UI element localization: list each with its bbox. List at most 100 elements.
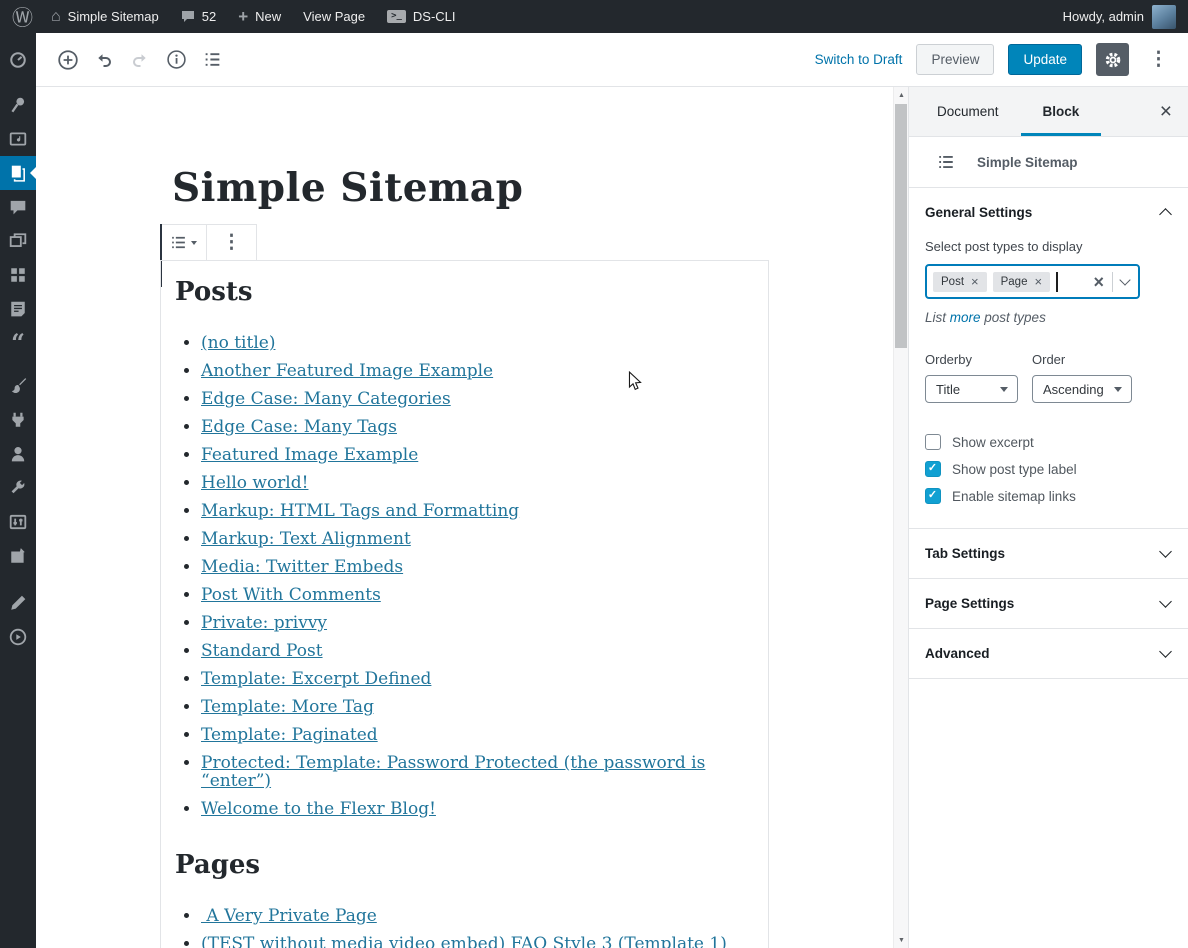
menu-users[interactable] [0,437,36,471]
sitemap-link[interactable]: Edge Case: Many Categories [201,389,451,409]
menu-videos[interactable] [0,620,36,654]
content-structure-button[interactable] [158,42,194,78]
site-menu[interactable]: ⌂ Simple Sitemap [51,8,159,26]
sitemap-link[interactable]: Template: Excerpt Defined [201,669,431,689]
new-menu[interactable]: + New [238,7,281,27]
scroll-up-arrow[interactable]: ▲ [894,87,909,103]
sitemap-link[interactable]: Edge Case: Many Tags [201,417,397,437]
pages-heading: Pages [175,850,754,880]
menu-tools[interactable] [0,471,36,505]
sitemap-link[interactable]: Media: Twitter Embeds [201,557,403,577]
orderby-select[interactable]: Title [925,375,1018,403]
preview-button[interactable]: Preview [916,44,994,75]
order-select[interactable]: Ascending [1032,375,1132,403]
post-types-token-field[interactable]: Post× Page× × [925,264,1140,299]
remove-token-icon[interactable]: × [971,277,979,287]
sitemap-list-item: Welcome to the Flexr Blog! [201,800,754,818]
checkbox-group: Show excerpt Show post type label Enable… [925,434,1172,504]
admin-comments[interactable]: 52 [181,9,216,24]
menu-settings[interactable] [0,505,36,539]
settings-gear-button[interactable] [1096,43,1129,76]
menu-gallery[interactable] [0,224,36,258]
gear-icon [1104,51,1122,69]
checkbox[interactable] [925,461,941,477]
sitemap-list-item: A Very Private Page [201,907,754,925]
block-options-button[interactable]: ⋮ [207,225,256,260]
update-button[interactable]: Update [1008,44,1082,75]
sitemap-link[interactable]: Post With Comments [201,585,381,605]
post-title-input[interactable]: Simple Sitemap [172,165,523,211]
settings-panel-toggle[interactable]: Page Settings [909,579,1188,628]
menu-appearance[interactable] [0,369,36,403]
menu-projects[interactable] [0,539,36,573]
sitemap-link[interactable]: Protected: Template: Password Protected … [201,753,705,791]
scrollbar-thumb[interactable] [895,104,907,348]
sitemap-link[interactable]: Featured Image Example [201,445,418,465]
checkbox[interactable] [925,488,941,504]
howdy-menu[interactable]: Howdy, admin [1063,9,1144,24]
menu-dashboard[interactable] [0,43,36,77]
close-sidebar-icon[interactable]: × [1144,100,1188,124]
post-type-token: Page× [993,272,1050,292]
sitemap-list-item: Template: More Tag [201,698,754,716]
more-tools-button[interactable]: ⋮ [1143,48,1174,71]
simple-sitemap-block[interactable]: Posts (no title) Another Featured Image … [160,260,769,948]
sitemap-link[interactable]: (no title) [201,333,275,353]
sitemap-link[interactable]: (TEST without media video embed) FAQ Sty… [201,934,727,948]
sitemap-link[interactable]: Private: privvy [201,613,327,633]
tab-block[interactable]: Block [1021,87,1102,136]
sitemap-link[interactable]: Standard Post [201,641,323,661]
view-page-link[interactable]: View Page [303,9,365,24]
menu-drafts[interactable] [0,586,36,620]
scroll-down-arrow[interactable]: ▼ [894,932,909,948]
more-post-types-link[interactable]: more [950,310,981,325]
sitemap-link[interactable]: Another Featured Image Example [201,361,493,381]
sitemap-link[interactable]: Hello world! [201,473,308,493]
tab-document[interactable]: Document [915,87,1021,136]
posts-list: (no title) Another Featured Image Exampl… [175,334,754,818]
sidebar-tabs: Document Block × [909,87,1188,137]
ds-cli-menu[interactable]: >_ DS-CLI [387,9,455,24]
checkbox-row[interactable]: Show post type label [925,461,1172,477]
sitemap-link[interactable]: Template: More Tag [201,697,374,717]
menu-posts[interactable] [0,88,36,122]
settings-panel-toggle[interactable]: Advanced [909,629,1188,678]
sitemap-link[interactable]: Template: Paginated [201,725,378,745]
redo-button[interactable] [122,42,158,78]
menu-widgets-grid[interactable] [0,258,36,292]
settings-panel-toggle[interactable]: Tab Settings [909,529,1188,578]
comment-bubble-icon [181,10,195,23]
sitemap-link[interactable]: A Very Private Page [201,906,377,926]
undo-button[interactable] [86,42,122,78]
menu-pages-active[interactable] [0,156,36,190]
canvas-scrollbar[interactable]: ▲ ▼ [893,87,908,948]
block-type-button[interactable] [161,225,207,260]
menu-comments[interactable] [0,190,36,224]
block-inserter-button[interactable] [50,42,86,78]
settings-sidebar: Document Block × Simple Sitemap General … [908,87,1188,948]
general-settings-toggle[interactable]: General Settings [909,188,1188,237]
select-arrow-icon [1000,387,1008,392]
menu-forms[interactable] [0,292,36,326]
sitemap-list-item: Hello world! [201,474,754,492]
menu-media[interactable] [0,122,36,156]
sitemap-link[interactable]: Markup: HTML Tags and Formatting [201,501,519,521]
sitemap-link[interactable]: Welcome to the Flexr Blog! [201,799,436,819]
checkbox[interactable] [925,434,941,450]
sitemap-list-item: Private: privvy [201,614,754,632]
terminal-icon: >_ [387,10,406,23]
avatar[interactable] [1152,5,1176,29]
menu-plugins[interactable] [0,403,36,437]
menu-testimonials[interactable]: “ [0,326,36,360]
site-name: Simple Sitemap [68,9,159,24]
sitemap-link[interactable]: Markup: Text Alignment [201,529,411,549]
expand-options-icon[interactable] [1119,274,1130,285]
wordpress-logo-icon[interactable]: Ⓦ [12,2,33,32]
clear-tokens-icon[interactable]: × [1093,275,1104,289]
switch-to-draft-link[interactable]: Switch to Draft [815,52,903,67]
remove-token-icon[interactable]: × [1034,277,1042,287]
checkbox-row[interactable]: Enable sitemap links [925,488,1172,504]
checkbox-row[interactable]: Show excerpt [925,434,1172,450]
block-navigation-button[interactable] [194,42,230,78]
plus-icon: + [238,7,248,27]
